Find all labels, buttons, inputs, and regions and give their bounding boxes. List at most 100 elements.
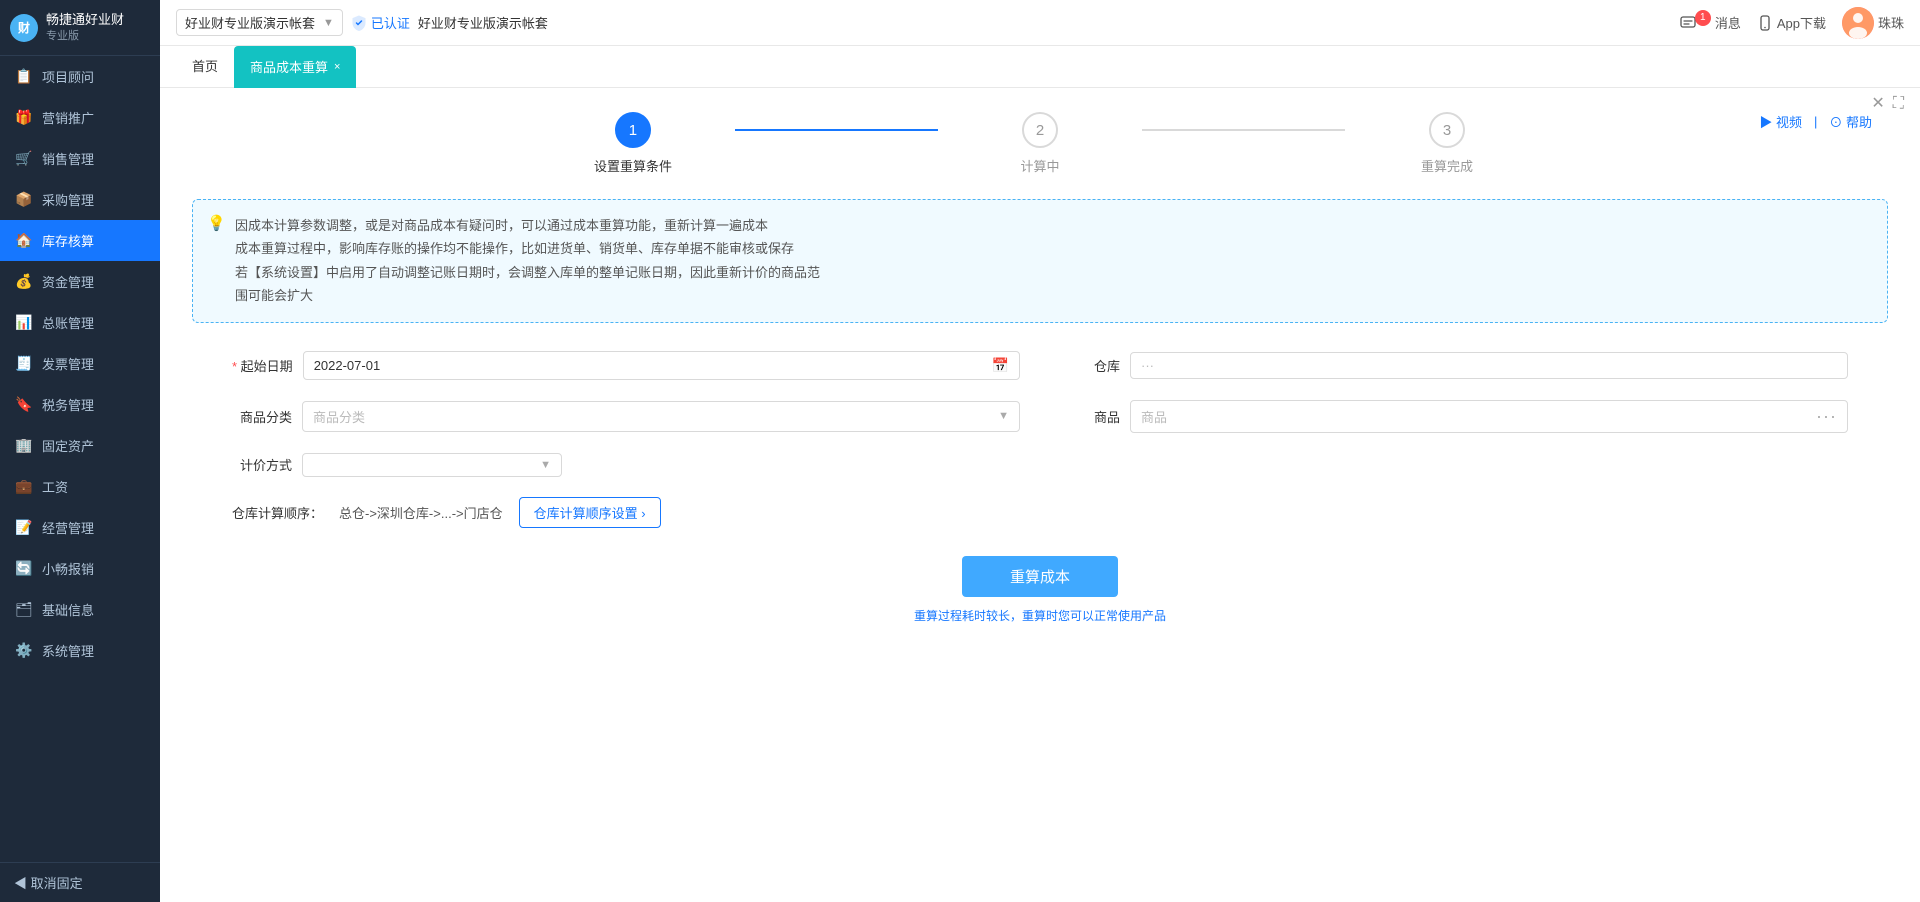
user-avatar [1842,7,1874,39]
calc-order-value: 总仓->深圳仓库->...->门店仓 [339,503,503,522]
sidebar-item-label: 小畅报销 [42,559,94,578]
calc-order-row: 仓库计算顺序： 总仓->深圳仓库->...->门店仓 仓库计算顺序设置 › [232,497,1848,528]
start-date-field: * 起始日期 2022-07-01 📅 [232,351,1020,380]
sidebar-item-label: 总账管理 [42,313,94,332]
verified-badge: 已认证 [351,13,410,32]
sidebar-item-payroll[interactable]: 💼 工资 [0,466,160,507]
sidebar-item-inventory[interactable]: 🏠 库存核算 [0,220,160,261]
sidebar-item-expense[interactable]: 🔄 小畅报销 [0,548,160,589]
sidebar-item-label: 工资 [42,477,68,496]
sidebar-item-system[interactable]: ⚙️ 系统管理 [0,630,160,671]
info-icon: 💡 [207,214,226,232]
step-3-circle: 3 [1429,112,1465,148]
accounting-icon: 📊 [14,314,34,331]
sidebar: 财 畅捷通好业财 专业版 📋 项目顾问 🎁 营销推广 🛒 销售管理 📦 采购管理… [0,0,160,902]
chevron-down-icon: ▼ [540,459,551,471]
category-placeholder: 商品分类 [313,407,365,426]
shield-icon [351,15,367,31]
sidebar-item-management[interactable]: 📝 经营管理 [0,507,160,548]
expand-window-button[interactable]: ⛶ [1893,96,1904,112]
goods-input[interactable]: 商品 ··· [1130,400,1848,433]
tab-cost-recalc[interactable]: 商品成本重算 × [234,46,356,88]
sidebar-item-accounting[interactable]: 📊 总账管理 [0,302,160,343]
sidebar-item-label: 营销推广 [42,108,94,127]
help-links: ▶ 视频 | ⊙ 帮助 [1759,112,1872,131]
logo-text: 畅捷通好业财 专业版 [46,12,124,43]
logo-icon: 财 [10,14,38,42]
sales-icon: 🛒 [14,150,34,167]
step-2-circle: 2 [1022,112,1058,148]
price-method-select[interactable]: ▼ [302,453,562,477]
help-separator: | [1814,114,1817,129]
sidebar-item-label: 税务管理 [42,395,94,414]
sidebar-nav: 📋 项目顾问 🎁 营销推广 🛒 销售管理 📦 采购管理 🏠 库存核算 💰 资金管… [0,56,160,862]
sidebar-item-label: 销售管理 [42,149,94,168]
warehouse-input[interactable]: ··· [1130,352,1848,379]
goods-label: 商品 [1060,407,1120,426]
user-avatar-button[interactable]: 珠珠 [1842,7,1904,39]
goods-field: 商品 商品 ··· [1060,400,1848,433]
chevron-down-icon: ▼ [998,410,1009,422]
sidebar-item-label: 项目顾问 [42,67,94,86]
recalc-submit-button[interactable]: 重算成本 [962,556,1118,597]
help-link[interactable]: ⊙ 帮助 [1829,112,1872,131]
tabs-bar: 首页 商品成本重算 × [160,46,1920,88]
submit-hint: 重算过程耗时较长，重算时您可以正常使用产品 [192,607,1888,624]
form-row-3: 计价方式 ▼ [232,453,1848,477]
sidebar-item-label: 经营管理 [42,518,94,537]
notification-badge: 1 [1695,10,1711,26]
app-download-label: App下载 [1777,13,1826,32]
tab-close-icon[interactable]: × [334,61,340,73]
topbar-right: 1 消息 App下载 珠珠 [1679,7,1904,39]
step-connector-2-3 [1142,129,1346,131]
start-date-input[interactable]: 2022-07-01 📅 [303,351,1020,380]
info-text: 因成本计算参数调整，或是对商品成本有疑问时，可以通过成本重算功能，重新计算一遍成… [211,214,1869,308]
main-area: 好业财专业版演示帐套 ▼ 已认证 好业财专业版演示帐套 1 消息 [160,0,1920,902]
user-name: 珠珠 [1878,13,1904,32]
close-window-button[interactable]: ✕ [1871,96,1884,112]
verified-account-name: 好业财专业版演示帐套 [418,13,548,32]
sidebar-item-invoice[interactable]: 🧾 发票管理 [0,343,160,384]
chevron-down-icon: ▼ [323,17,334,29]
step-3: 3 重算完成 [1345,112,1549,175]
payroll-icon: 💼 [14,478,34,495]
sidebar-item-marketing[interactable]: 🎁 营销推广 [0,97,160,138]
dots-icon: ··· [1816,406,1837,427]
sidebar-item-assets[interactable]: 🏢 固定资产 [0,425,160,466]
project-icon: 📋 [14,68,34,85]
recalc-form: * 起始日期 2022-07-01 📅 仓库 ··· 商品分类 [192,351,1888,528]
sidebar-item-label: 资金管理 [42,272,94,291]
sidebar-item-basic[interactable]: 🗂 基础信息 [0,589,160,630]
account-selector[interactable]: 好业财专业版演示帐套 ▼ [176,9,343,36]
form-row-1: * 起始日期 2022-07-01 📅 仓库 ··· [232,351,1848,380]
sidebar-item-finance[interactable]: 💰 资金管理 [0,261,160,302]
category-select[interactable]: 商品分类 ▼ [302,401,1020,432]
content-area: ✕ ⛶ ▶ 视频 | ⊙ 帮助 1 设置重算条件 2 计算中 3 重算完成 [160,88,1920,902]
step-2: 2 计算中 [938,112,1142,175]
goods-placeholder: 商品 [1141,407,1167,426]
window-controls: ✕ ⛶ [1871,96,1904,112]
start-date-label: * 起始日期 [232,356,293,375]
basic-icon: 🗂 [14,601,34,618]
verified-text: 已认证 [371,13,410,32]
app-download-button[interactable]: App下载 [1757,13,1826,32]
message-label: 消息 [1715,13,1741,32]
sidebar-item-sales[interactable]: 🛒 销售管理 [0,138,160,179]
sidebar-item-purchase[interactable]: 📦 采购管理 [0,179,160,220]
sidebar-item-project[interactable]: 📋 项目顾问 [0,56,160,97]
app-logo: 财 畅捷通好业财 专业版 [0,0,160,56]
warehouse-label: 仓库 [1060,356,1120,375]
unpin-label: ◀ 取消固定 [14,873,83,892]
message-button[interactable]: 1 消息 [1679,13,1741,32]
calc-order-settings-button[interactable]: 仓库计算顺序设置 › [519,497,661,528]
warehouse-placeholder: ··· [1141,358,1154,373]
management-icon: 📝 [14,519,34,536]
unpin-sidebar-button[interactable]: ◀ 取消固定 [0,862,160,902]
sidebar-item-tax[interactable]: 🔖 税务管理 [0,384,160,425]
video-link[interactable]: ▶ 视频 [1759,112,1802,131]
steps-wizard: 1 设置重算条件 2 计算中 3 重算完成 [531,112,1549,175]
tab-home[interactable]: 首页 [176,46,234,88]
step-3-label: 重算完成 [1421,156,1473,175]
purchase-icon: 📦 [14,191,34,208]
sidebar-item-label: 基础信息 [42,600,94,619]
